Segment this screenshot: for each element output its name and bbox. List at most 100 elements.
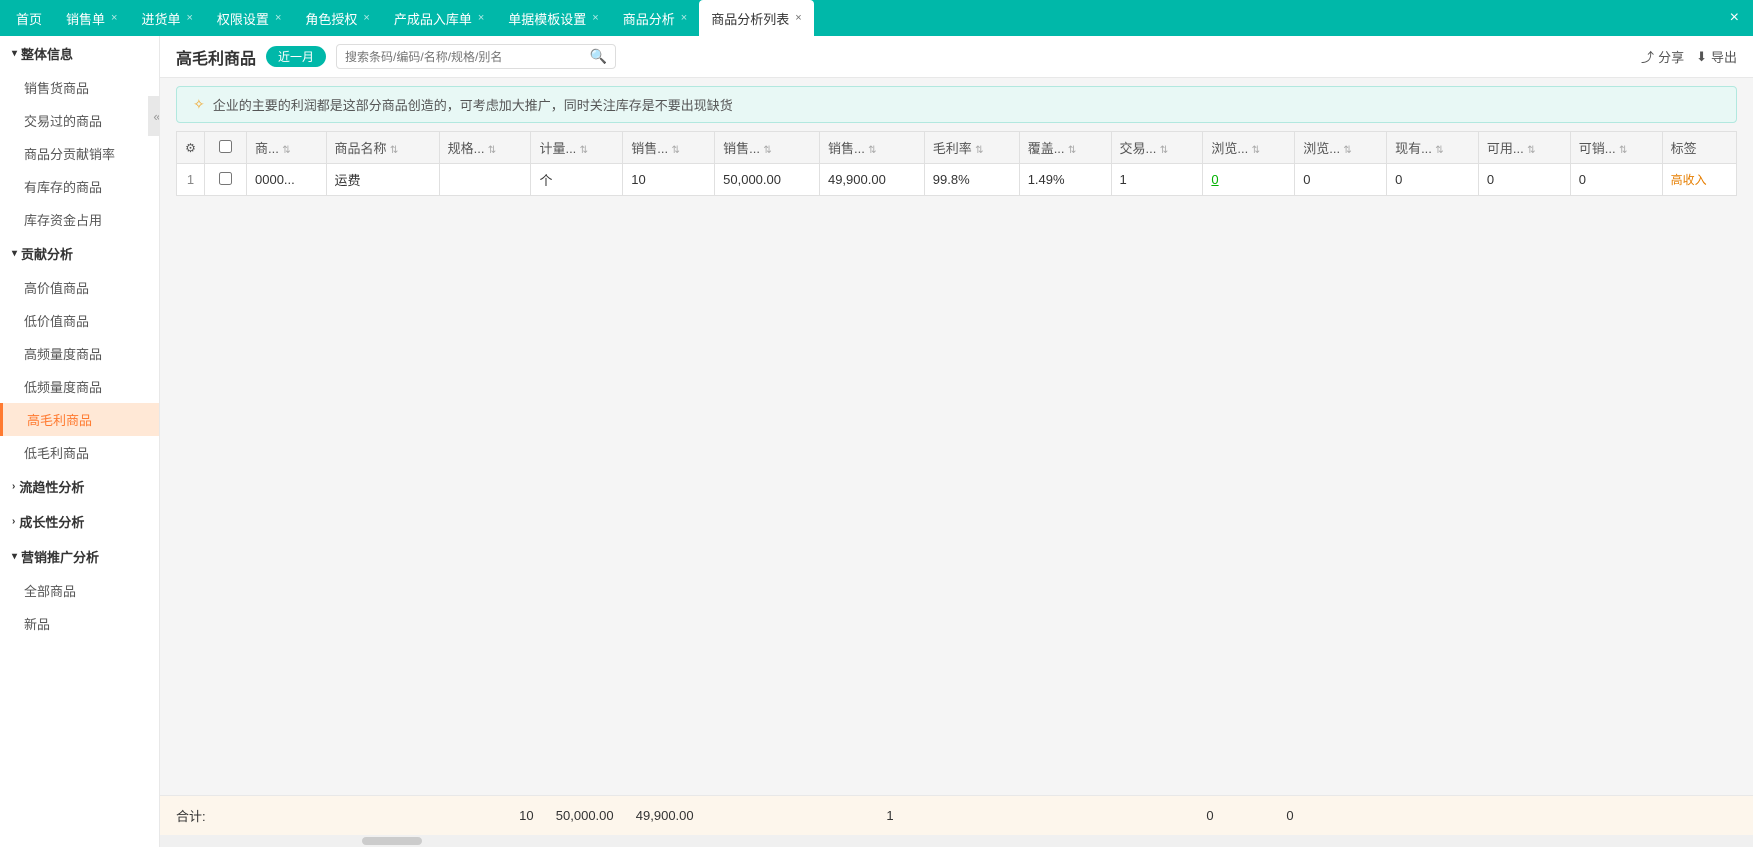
main-layout: « ▾ 整体信息 销售货商品 交易过的商品 商品分贡献销率 有库存的商品 库存资… (0, 36, 1753, 847)
row-sales-profit: 49,900.00 (819, 164, 924, 196)
content-header: 高毛利商品 近一月 🔍 ⤴ 分享 ⬇ 导出 (160, 36, 1753, 78)
row-checkbox[interactable] (219, 172, 232, 185)
tab-home[interactable]: 首页 (4, 0, 54, 36)
footer-available: 0 (1142, 808, 1222, 823)
tab-roles[interactable]: 角色授权 × (293, 0, 381, 36)
close-products-tab[interactable]: × (478, 12, 484, 24)
sidebar-item-high-freq[interactable]: 高频量度商品 (0, 337, 159, 370)
top-nav: 首页 销售单 × 进货单 × 权限设置 × 角色授权 × 产成品入库单 × 单据… (0, 0, 1753, 36)
tab-analysis[interactable]: 商品分析 × (611, 0, 699, 36)
close-purchase-tab[interactable]: × (186, 12, 192, 24)
col-views1[interactable]: 浏览... ⇅ (1203, 132, 1295, 164)
share-button[interactable]: ⤴ 分享 (1641, 47, 1684, 66)
close-sales-tab[interactable]: × (111, 12, 117, 24)
select-all-checkbox[interactable] (219, 140, 232, 153)
row-checkbox-cell (205, 164, 247, 196)
col-settings[interactable]: ⚙ (177, 132, 205, 164)
arrow-asset: ▾ (12, 248, 17, 259)
sidebar-collapse-button[interactable]: « (148, 96, 160, 136)
col-sales-profit[interactable]: 销售... ⇅ (819, 132, 924, 164)
table-container: ⚙ 商... ⇅ 商品名称 ⇅ 规格... ⇅ 计量... ⇅ 销售... ⇅ … (160, 123, 1753, 795)
footer-trades: 1 (822, 808, 902, 823)
sidebar-group-asset[interactable]: ▾ 贡献分析 (0, 236, 159, 271)
row-name: 运费 (326, 164, 439, 196)
tab-products-in[interactable]: 产成品入库单 × (382, 0, 496, 36)
row-available: 0 (1478, 164, 1570, 196)
close-roles-tab[interactable]: × (363, 12, 369, 24)
col-saleable[interactable]: 可销... ⇅ (1570, 132, 1662, 164)
tab-template[interactable]: 单据模板设置 × (496, 0, 610, 36)
sidebar-group-growth[interactable]: › 成长性分析 (0, 504, 159, 539)
footer-sales-amount: 50,000.00 (542, 808, 622, 823)
row-trades: 1 (1111, 164, 1203, 196)
bottom-scrollbar[interactable] (160, 835, 1753, 847)
search-input[interactable] (345, 50, 590, 64)
col-sales-qty[interactable]: 销售... ⇅ (623, 132, 715, 164)
row-coverage: 1.49% (1019, 164, 1111, 196)
close-analysis-tab[interactable]: × (681, 12, 687, 24)
row-index: 1 (177, 164, 205, 196)
arrow-trend: › (12, 481, 15, 492)
sidebar-item-low-value[interactable]: 低价值商品 (0, 304, 159, 337)
col-available[interactable]: 可用... ⇅ (1478, 132, 1570, 164)
row-sales-amount: 50,000.00 (715, 164, 820, 196)
sidebar-item-low-margin[interactable]: 低毛利商品 (0, 436, 159, 469)
page-title: 高毛利商品 (176, 45, 256, 69)
col-checkbox (205, 132, 247, 164)
sidebar-item-all-goods[interactable]: 全部商品 (0, 574, 159, 607)
sidebar-item-in-stock[interactable]: 有库存的商品 (0, 170, 159, 203)
row-saleable: 0 (1570, 164, 1662, 196)
footer-values: 10 50,000.00 49,900.00 1 0 0 (222, 808, 1302, 823)
header-actions: ⤴ 分享 ⬇ 导出 (1641, 47, 1737, 66)
close-all-button[interactable]: × (1720, 9, 1749, 27)
col-unit[interactable]: 计量... ⇅ (531, 132, 623, 164)
sidebar-item-goods-rating[interactable]: 商品分贡献销率 (0, 137, 159, 170)
scrollbar-thumb[interactable] (362, 837, 422, 845)
tab-sales[interactable]: 销售单 × (54, 0, 129, 36)
sidebar-item-low-freq[interactable]: 低频量度商品 (0, 370, 159, 403)
tab-permissions[interactable]: 权限设置 × (205, 0, 293, 36)
row-spec (439, 164, 531, 196)
footer-label: 合计: (176, 806, 206, 825)
col-coverage[interactable]: 覆盖... ⇅ (1019, 132, 1111, 164)
col-spec[interactable]: 规格... ⇅ (439, 132, 531, 164)
col-views2[interactable]: 浏览... ⇅ (1295, 132, 1387, 164)
filter-recent-month-button[interactable]: 近一月 (266, 46, 326, 67)
sidebar-item-high-margin[interactable]: 高毛利商品 (0, 403, 159, 436)
share-icon: ⤴ (1641, 47, 1654, 66)
row-code: 0000... (247, 164, 327, 196)
footer-sales-profit: 49,900.00 (622, 808, 702, 823)
col-sales-amount[interactable]: 销售... ⇅ (715, 132, 820, 164)
row-unit: 个 (531, 164, 623, 196)
col-code[interactable]: 商... ⇅ (247, 132, 327, 164)
footer-bar: 合计: 10 50,000.00 49,900.00 1 0 0 (160, 795, 1753, 835)
col-trades[interactable]: 交易... ⇅ (1111, 132, 1203, 164)
col-name[interactable]: 商品名称 ⇅ (326, 132, 439, 164)
close-permissions-tab[interactable]: × (275, 12, 281, 24)
sidebar-item-new-goods[interactable]: 新品 (0, 607, 159, 640)
sidebar-item-sales-goods[interactable]: 销售货商品 (0, 71, 159, 104)
row-views1[interactable]: 0 (1203, 164, 1295, 196)
close-template-tab[interactable]: × (592, 12, 598, 24)
col-current-stock[interactable]: 现有... ⇅ (1387, 132, 1479, 164)
col-tag[interactable]: 标签 (1662, 132, 1736, 164)
footer-sales-qty: 10 (482, 808, 542, 823)
sidebar-group-trend[interactable]: › 流趋性分析 (0, 469, 159, 504)
sidebar: « ▾ 整体信息 销售货商品 交易过的商品 商品分贡献销率 有库存的商品 库存资… (0, 36, 160, 847)
arrow-overall: ▾ (12, 48, 17, 59)
sidebar-item-traded-goods[interactable]: 交易过的商品 (0, 104, 159, 137)
sidebar-item-capital-occupy[interactable]: 库存资金占用 (0, 203, 159, 236)
close-analysis-list-tab[interactable]: × (795, 12, 801, 24)
content-area: 高毛利商品 近一月 🔍 ⤴ 分享 ⬇ 导出 ✧ 企业的主要的利润都是这部分商品创… (160, 36, 1753, 847)
sidebar-group-marketing[interactable]: ▾ 营销推广分析 (0, 539, 159, 574)
search-icon[interactable]: 🔍 (590, 48, 607, 65)
sidebar-group-overall[interactable]: ▾ 整体信息 (0, 36, 159, 71)
row-views2: 0 (1295, 164, 1387, 196)
tab-purchase[interactable]: 进货单 × (129, 0, 204, 36)
col-margin-rate[interactable]: 毛利率 ⇅ (924, 132, 1019, 164)
info-icon: ✧ (193, 96, 205, 113)
export-button[interactable]: ⬇ 导出 (1696, 47, 1737, 66)
row-sales-qty: 10 (623, 164, 715, 196)
sidebar-item-high-value[interactable]: 高价值商品 (0, 271, 159, 304)
tab-analysis-list[interactable]: 商品分析列表 × (699, 0, 813, 36)
